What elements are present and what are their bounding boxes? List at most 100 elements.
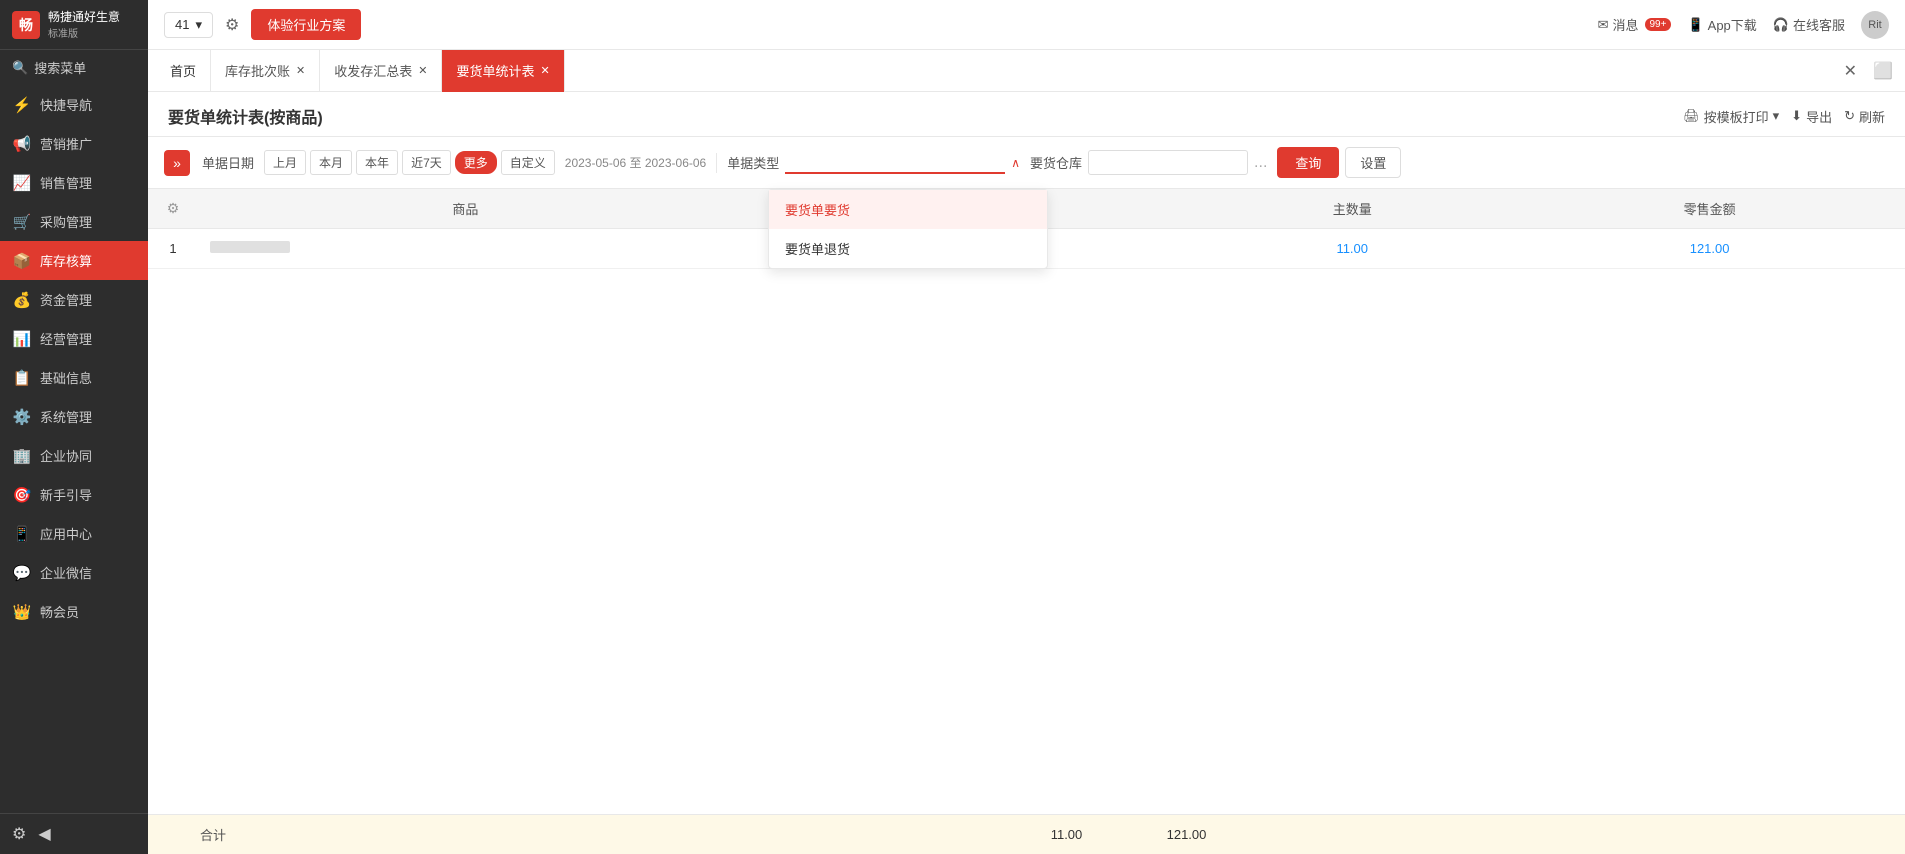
- nav-icon-sales: 📈: [12, 174, 32, 192]
- sidebar-item-guide[interactable]: 🎯新手引导: [0, 475, 148, 514]
- filter-toggle-btn[interactable]: »: [164, 150, 190, 176]
- sidebar-item-marketing[interactable]: 📢营销推广: [0, 124, 148, 163]
- date-btn-2[interactable]: 本年: [356, 150, 398, 175]
- row-amount-0: 121.00: [1514, 229, 1905, 269]
- messages-action[interactable]: ✉ 消息 99+: [1598, 15, 1672, 34]
- sidebar-item-sales[interactable]: 📈销售管理: [0, 163, 148, 202]
- row-product-0: [198, 229, 733, 269]
- collapse-icon[interactable]: ◀: [38, 824, 50, 844]
- tab-close-2[interactable]: ✕: [541, 64, 550, 77]
- close-tab-btn[interactable]: ✕: [1840, 57, 1861, 85]
- settings-icon[interactable]: ⚙: [12, 824, 26, 844]
- table-area: ⚙商品主计量单位主数量零售金额 1块11.00121.00: [148, 189, 1905, 814]
- sidebar-item-quick-nav[interactable]: ⚡快捷导航: [0, 85, 148, 124]
- more-dots[interactable]: ...: [1254, 154, 1267, 172]
- doc-type-filter: 单据类型 ∧: [727, 151, 1020, 174]
- sidebar-item-app-center[interactable]: 📱应用中心: [0, 514, 148, 553]
- top-header: 41 ▾ ⚙ 体验行业方案 ✉ 消息 99+ 📱 App下载 🎧 在线客服 Ri…: [148, 0, 1905, 50]
- amount-link-0[interactable]: 121.00: [1690, 241, 1730, 256]
- store-selector[interactable]: 41 ▾: [164, 12, 213, 38]
- quantity-link-0[interactable]: 11.00: [1336, 241, 1368, 256]
- sidebar-item-enterprise[interactable]: 🏢企业协同: [0, 436, 148, 475]
- nav-icon-marketing: 📢: [12, 135, 32, 153]
- header-settings-icon[interactable]: ⚙: [225, 15, 239, 35]
- footer-quantity: 11.00: [1007, 827, 1127, 842]
- nav-label-finance: 资金管理: [40, 290, 92, 309]
- app-subtitle: 标准版: [48, 25, 120, 40]
- row-no-0: 1: [148, 229, 198, 269]
- tab-1[interactable]: 收发存汇总表 ✕: [320, 50, 442, 92]
- logo-icon: 畅: [12, 11, 40, 39]
- date-buttons: 上月本月本年近7天更多自定义: [264, 150, 555, 175]
- phone-icon: 📱: [1687, 17, 1703, 33]
- nav-label-app-center: 应用中心: [40, 524, 92, 543]
- print-arrow: ▾: [1773, 108, 1780, 124]
- nav-icon-operations: 📊: [12, 330, 32, 348]
- date-btn-3[interactable]: 近7天: [402, 150, 451, 175]
- date-btn-4[interactable]: 更多: [455, 151, 497, 174]
- sidebar-item-finance[interactable]: 💰资金管理: [0, 280, 148, 319]
- tab-2[interactable]: 要货单统计表✕: [442, 50, 564, 92]
- search-icon: 🔍: [12, 60, 28, 76]
- avatar[interactable]: Rit: [1861, 11, 1889, 39]
- tab-0[interactable]: 库存批次账✕: [211, 50, 320, 92]
- sidebar-item-system[interactable]: ⚙️系统管理: [0, 397, 148, 436]
- tab-close-1[interactable]: ✕: [418, 64, 427, 77]
- online-service-action[interactable]: 🎧 在线客服: [1773, 15, 1845, 34]
- page-title: 要货单统计表(按商品): [168, 104, 323, 128]
- doc-type-dropdown: 要货单要货要货单退货: [768, 189, 1048, 269]
- nav-icon-quick-nav: ⚡: [12, 96, 32, 114]
- filter-divider: [716, 153, 717, 173]
- refresh-icon: ↻: [1844, 108, 1855, 124]
- sidebar-item-wechat[interactable]: 💬企业微信: [0, 553, 148, 592]
- doc-type-arrow[interactable]: ∧: [1011, 156, 1020, 170]
- col-settings-icon[interactable]: ⚙: [167, 200, 180, 216]
- doc-type-input[interactable]: [785, 151, 1005, 174]
- settings-btn[interactable]: 设置: [1345, 147, 1401, 178]
- nav-icon-basic-info: 📋: [12, 369, 32, 387]
- maximize-btn[interactable]: ⬜: [1869, 57, 1897, 85]
- app-download-action[interactable]: 📱 App下载: [1687, 15, 1756, 34]
- sidebar-item-basic-info[interactable]: 📋 基础信息: [0, 358, 148, 397]
- date-btn-0[interactable]: 上月: [264, 150, 306, 175]
- dropdown-option-0[interactable]: 要货单要货: [769, 190, 1047, 229]
- trial-button[interactable]: 体验行业方案: [251, 9, 361, 40]
- date-btn-1[interactable]: 本月: [310, 150, 352, 175]
- print-btn[interactable]: 🖨 按模板打印 ▾: [1683, 107, 1779, 126]
- col-header-settings: ⚙: [148, 189, 198, 229]
- date-btn-5[interactable]: 自定义: [501, 150, 555, 175]
- date-filter-label: 单据日期: [202, 153, 254, 172]
- nav-label-operations: 经营管理: [40, 329, 92, 348]
- nav-label-basic-info: 基础信息: [40, 368, 92, 387]
- nav-label-member: 畅会员: [40, 602, 79, 621]
- store-arrow: ▾: [195, 17, 202, 33]
- print-label: 按模板打印: [1704, 107, 1769, 126]
- tab-home[interactable]: 首页: [156, 50, 211, 92]
- export-btn[interactable]: ⬇ 导出: [1791, 107, 1832, 126]
- query-btn[interactable]: 查询: [1277, 147, 1339, 178]
- refresh-btn[interactable]: ↻ 刷新: [1844, 107, 1885, 126]
- col-header-quantity: 主数量: [1190, 189, 1514, 229]
- filter-area: » 单据日期 上月本月本年近7天更多自定义 2023-05-06 至 2023-…: [148, 137, 1905, 189]
- headset-icon: 🎧: [1773, 17, 1789, 33]
- warehouse-filter: 要货仓库 ...: [1030, 150, 1267, 175]
- search-menu[interactable]: 🔍 搜索菜单: [0, 50, 148, 85]
- nav-label-guide: 新手引导: [40, 485, 92, 504]
- dropdown-option-1[interactable]: 要货单退货: [769, 229, 1047, 268]
- sidebar-item-inventory[interactable]: 📦库存核算: [0, 241, 148, 280]
- date-range-text: 2023-05-06 至 2023-06-06: [565, 154, 706, 171]
- avatar-text: Rit: [1868, 19, 1881, 31]
- warehouse-input[interactable]: [1088, 150, 1248, 175]
- page-content: 要货单统计表(按商品) 🖨 按模板打印 ▾ ⬇ 导出 ↻ 刷新 »: [148, 92, 1905, 854]
- nav-icon-wechat: 💬: [12, 564, 32, 582]
- tab-label-1: 收发存汇总表: [334, 61, 412, 80]
- tab-close-0[interactable]: ✕: [296, 64, 305, 77]
- sidebar-item-operations[interactable]: 📊 经营管理: [0, 319, 148, 358]
- sidebar-item-purchase[interactable]: 🛒采购管理: [0, 202, 148, 241]
- nav-label-enterprise: 企业协同: [40, 446, 92, 465]
- sidebar-nav: ⚡快捷导航📢营销推广📈销售管理🛒采购管理📦库存核算💰资金管理 📊 经营管理 📋 基础信息…: [0, 85, 148, 813]
- nav-icon-inventory: 📦: [12, 252, 32, 270]
- sidebar-item-member[interactable]: 👑畅会员: [0, 592, 148, 631]
- sidebar-bottom: ⚙ ◀: [0, 813, 148, 854]
- main-area: 41 ▾ ⚙ 体验行业方案 ✉ 消息 99+ 📱 App下载 🎧 在线客服 Ri…: [148, 0, 1905, 854]
